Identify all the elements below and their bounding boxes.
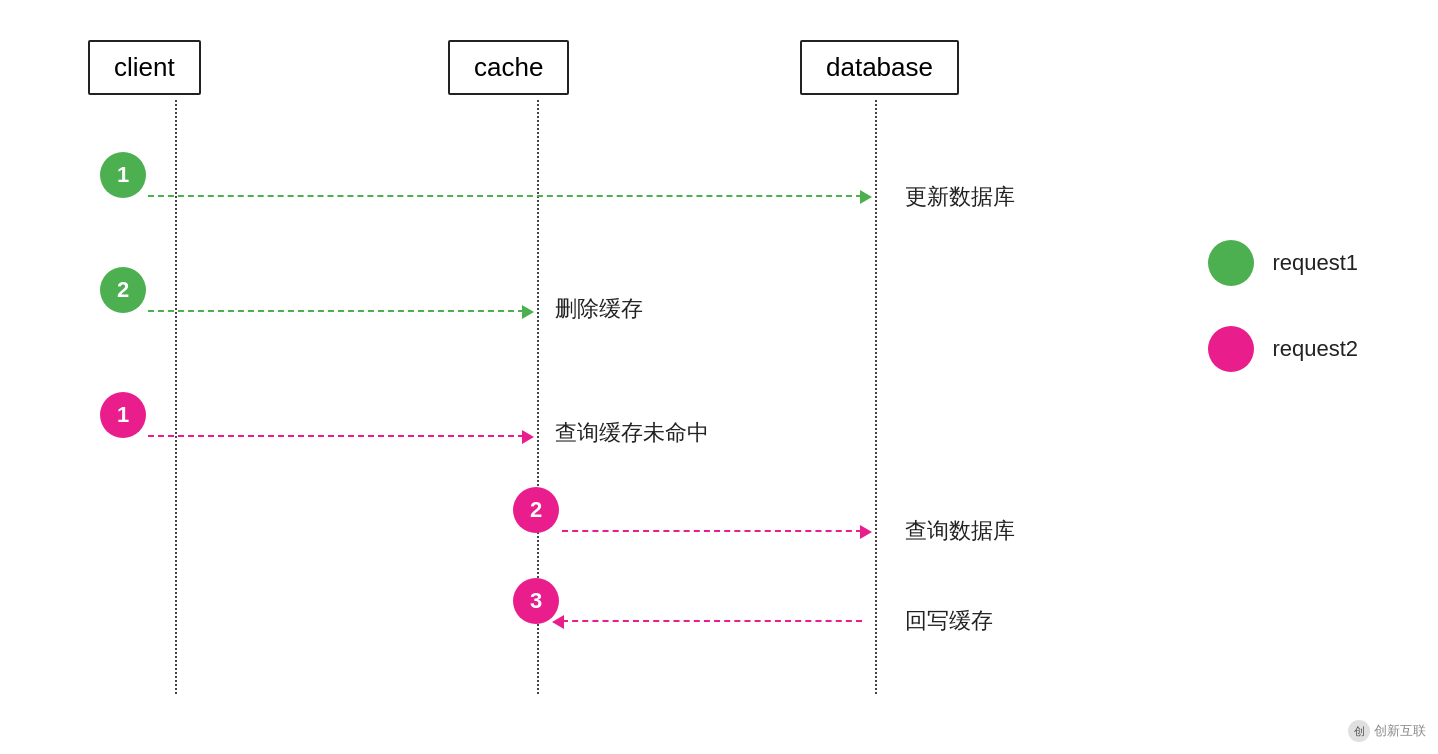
step-p2-circle: 2: [513, 487, 559, 533]
watermark-icon: 创: [1348, 720, 1370, 742]
label-p1: 查询缓存未命中: [555, 418, 709, 448]
step-g1-circle: 1: [100, 152, 146, 198]
client-label: client: [114, 52, 175, 82]
legend-circle-request1: [1208, 240, 1254, 286]
cache-box: cache: [448, 40, 569, 95]
label-g2: 删除缓存: [555, 294, 643, 324]
legend-label-request1: request1: [1272, 250, 1358, 276]
diagram: client cache database 1 更新数据库 2 删除缓存 1 查…: [0, 0, 1438, 754]
legend-item-request1: request1: [1208, 240, 1358, 286]
arrow-g2: [148, 310, 524, 312]
database-label: database: [826, 52, 933, 82]
arrow-g1: [148, 195, 862, 197]
legend-circle-request2: [1208, 326, 1254, 372]
watermark-text: 创新互联: [1374, 722, 1426, 740]
cache-label: cache: [474, 52, 543, 82]
database-box: database: [800, 40, 959, 95]
arrow-p3: [562, 620, 862, 622]
step-g2-circle: 2: [100, 267, 146, 313]
label-p2: 查询数据库: [905, 516, 1015, 546]
step-p1-circle: 1: [100, 392, 146, 438]
legend-label-request2: request2: [1272, 336, 1358, 362]
legend: request1 request2: [1208, 240, 1358, 372]
database-vline: [875, 100, 877, 694]
arrow-p1: [148, 435, 524, 437]
arrow-p2: [562, 530, 862, 532]
legend-item-request2: request2: [1208, 326, 1358, 372]
label-p3: 回写缓存: [905, 606, 993, 636]
client-vline: [175, 100, 177, 694]
watermark: 创 创新互联: [1348, 720, 1426, 742]
label-g1: 更新数据库: [905, 182, 1015, 212]
client-box: client: [88, 40, 201, 95]
